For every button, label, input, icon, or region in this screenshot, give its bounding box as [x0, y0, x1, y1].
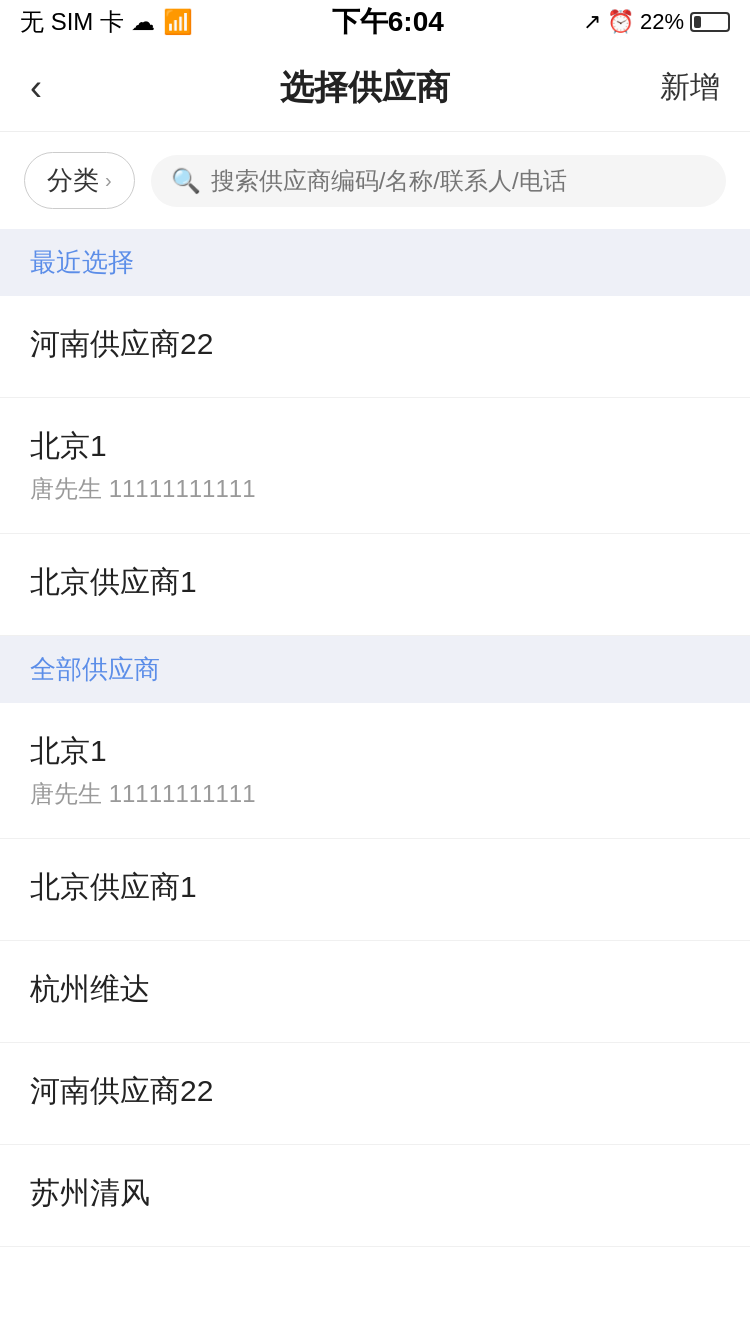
item-name: 北京1	[30, 426, 720, 467]
status-left: 无 SIM 卡 ☁ 📶	[20, 6, 193, 38]
chevron-right-icon: ›	[105, 169, 112, 192]
list-item[interactable]: 北京供应商1	[0, 839, 750, 941]
status-time: 下午6:04	[332, 3, 444, 41]
filter-bar: 分类 › 🔍	[0, 132, 750, 229]
item-name: 河南供应商22	[30, 324, 720, 365]
add-button[interactable]: 新增	[640, 67, 720, 108]
list-item[interactable]: 北京1 唐先生 11111111111	[0, 398, 750, 534]
item-name: 河南供应商22	[30, 1071, 720, 1112]
item-name: 北京1	[30, 731, 720, 772]
alarm-icon: ⏰	[607, 9, 634, 35]
recent-section-label: 最近选择	[30, 247, 134, 277]
list-item[interactable]: 北京1 唐先生 11111111111	[0, 703, 750, 839]
category-button[interactable]: 分类 ›	[24, 152, 135, 209]
item-sub: 唐先生 11111111111	[30, 778, 720, 810]
search-icon: 🔍	[171, 167, 201, 195]
item-sub: 唐先生 11111111111	[30, 473, 720, 505]
back-button[interactable]: ‹	[30, 67, 90, 109]
category-label: 分类	[47, 163, 99, 198]
list-item[interactable]: 河南供应商22	[0, 296, 750, 398]
list-item[interactable]: 苏州清风	[0, 1145, 750, 1247]
item-name: 北京供应商1	[30, 562, 720, 603]
item-name: 北京供应商1	[30, 867, 720, 908]
search-box: 🔍	[151, 155, 726, 207]
search-input[interactable]	[211, 167, 706, 195]
recent-list: 河南供应商22 北京1 唐先生 11111111111 北京供应商1	[0, 296, 750, 636]
battery-percent: 22%	[640, 9, 684, 35]
list-item[interactable]: 河南供应商22	[0, 1043, 750, 1145]
all-section-label: 全部供应商	[30, 654, 160, 684]
battery-icon	[690, 12, 730, 32]
nav-bar: ‹ 选择供应商 新增	[0, 44, 750, 132]
all-list: 北京1 唐先生 11111111111 北京供应商1 杭州维达河南供应商22 苏州清风	[0, 703, 750, 1247]
status-bar: 无 SIM 卡 ☁ 📶 下午6:04 ↗ ⏰ 22%	[0, 0, 750, 44]
all-section-header: 全部供应商	[0, 636, 750, 703]
wifi-icon: 📶	[163, 8, 193, 36]
item-name: 苏州清风	[30, 1173, 720, 1214]
location-icon: ↗	[583, 9, 601, 35]
sim-status: 无 SIM 卡 ☁	[20, 6, 155, 38]
list-item[interactable]: 北京供应商1	[0, 534, 750, 636]
recent-section-header: 最近选择	[0, 229, 750, 296]
page-title: 选择供应商	[280, 65, 450, 111]
list-item[interactable]: 杭州维达	[0, 941, 750, 1043]
status-right: ↗ ⏰ 22%	[583, 9, 730, 35]
item-name: 杭州维达	[30, 969, 720, 1010]
